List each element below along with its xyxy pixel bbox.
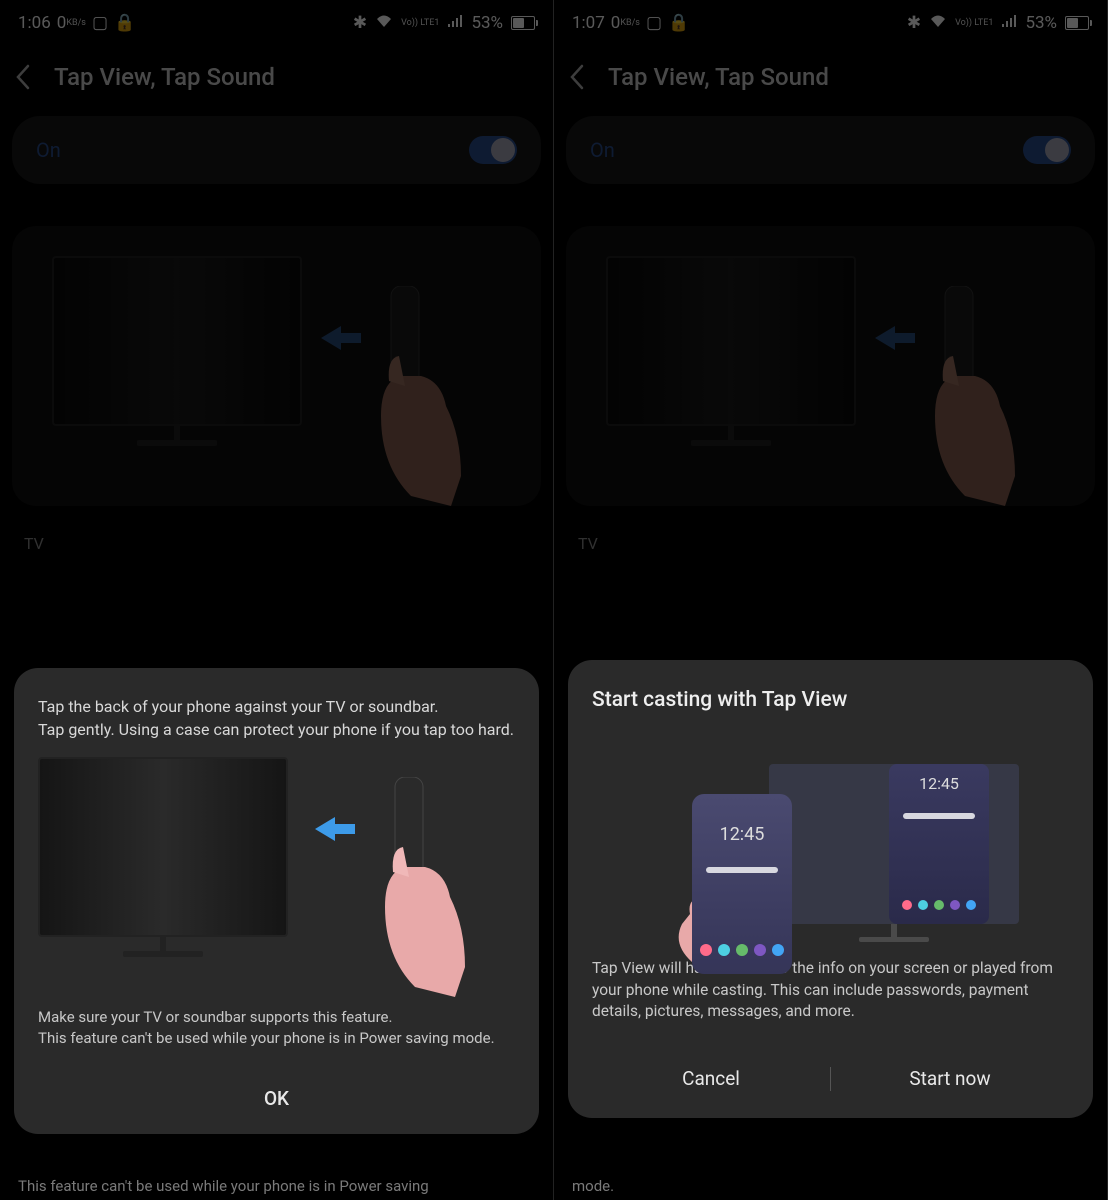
lock-icon: 🔒 <box>114 13 135 33</box>
toggle-label: On <box>590 138 615 162</box>
wifi-icon <box>929 13 947 33</box>
phone-clock: 12:45 <box>692 824 792 845</box>
signal-icon <box>447 13 463 33</box>
dialog-note: Make sure your TV or soundbar supports t… <box>38 1007 515 1049</box>
back-icon[interactable] <box>14 62 34 92</box>
toggle-label: On <box>36 138 61 162</box>
page-title: Tap View, Tap Sound <box>608 63 829 91</box>
page-title: Tap View, Tap Sound <box>54 63 275 91</box>
feature-toggle-row[interactable]: On <box>12 116 541 184</box>
gallery-icon: ▢ <box>646 13 662 33</box>
feature-toggle-row[interactable]: On <box>566 116 1095 184</box>
battery-percent: 53% <box>1025 13 1057 33</box>
arrow-left-icon <box>321 326 341 350</box>
toggle-switch[interactable] <box>469 136 517 164</box>
bluetooth-icon: ✱ <box>353 13 367 33</box>
truncated-text: This feature can't be used while your ph… <box>18 1177 535 1197</box>
back-icon[interactable] <box>568 62 588 92</box>
battery-icon <box>1065 16 1089 30</box>
tap-illustration <box>566 226 1095 506</box>
screen-left: 1:06 0KB/s ▢ 🔒 ✱ Vo)) LTE1 53% Tap Vie <box>0 0 554 1200</box>
dialog-buttons: Cancel Start now <box>592 1047 1069 1100</box>
tv-mirror-clock: 12:45 <box>889 774 989 793</box>
page-header: Tap View, Tap Sound <box>554 46 1107 116</box>
gallery-icon: ▢ <box>92 13 108 33</box>
data-speed: 0KB/s <box>611 13 640 33</box>
dialog-body: Tap View will have access to the info on… <box>592 958 1069 1023</box>
battery-percent: 53% <box>471 13 503 33</box>
instruction-dialog: Tap the back of your phone against your … <box>14 668 539 1134</box>
section-label-tv: TV <box>24 534 529 553</box>
battery-icon <box>511 16 535 30</box>
status-time: 1:07 <box>572 13 605 33</box>
signal-icon <box>1001 13 1017 33</box>
bluetooth-icon: ✱ <box>907 13 921 33</box>
toggle-switch[interactable] <box>1023 136 1071 164</box>
section-label-tv: TV <box>578 534 1083 553</box>
volte-indicator: Vo)) LTE1 <box>955 18 993 28</box>
volte-indicator: Vo)) LTE1 <box>401 18 439 28</box>
data-speed: 0KB/s <box>57 13 86 33</box>
dialog-title: Start casting with Tap View <box>592 688 1069 712</box>
dialog-body: Tap the back of your phone against your … <box>38 696 515 741</box>
ok-button[interactable]: OK <box>38 1073 515 1114</box>
page-header: Tap View, Tap Sound <box>0 46 553 116</box>
cancel-button[interactable]: Cancel <box>592 1057 830 1100</box>
cast-illustration: 12:45 12:45 <box>592 734 1069 944</box>
cast-permission-dialog: Start casting with Tap View 12:45 12:45 <box>568 660 1093 1118</box>
tap-illustration <box>12 226 541 506</box>
arrow-left-icon <box>875 326 895 350</box>
status-bar: 1:06 0KB/s ▢ 🔒 ✱ Vo)) LTE1 53% <box>0 0 553 46</box>
arrow-left-icon <box>315 817 335 841</box>
status-bar: 1:07 0KB/s ▢ 🔒 ✱ Vo)) LTE1 53% <box>554 0 1107 46</box>
wifi-icon <box>375 13 393 33</box>
status-time: 1:06 <box>18 13 51 33</box>
screen-right: 1:07 0KB/s ▢ 🔒 ✱ Vo)) LTE1 53% Tap Vie <box>554 0 1108 1200</box>
start-now-button[interactable]: Start now <box>831 1057 1069 1100</box>
dialog-illustration <box>38 757 515 987</box>
lock-icon: 🔒 <box>668 13 689 33</box>
truncated-text: mode. <box>572 1177 1089 1197</box>
